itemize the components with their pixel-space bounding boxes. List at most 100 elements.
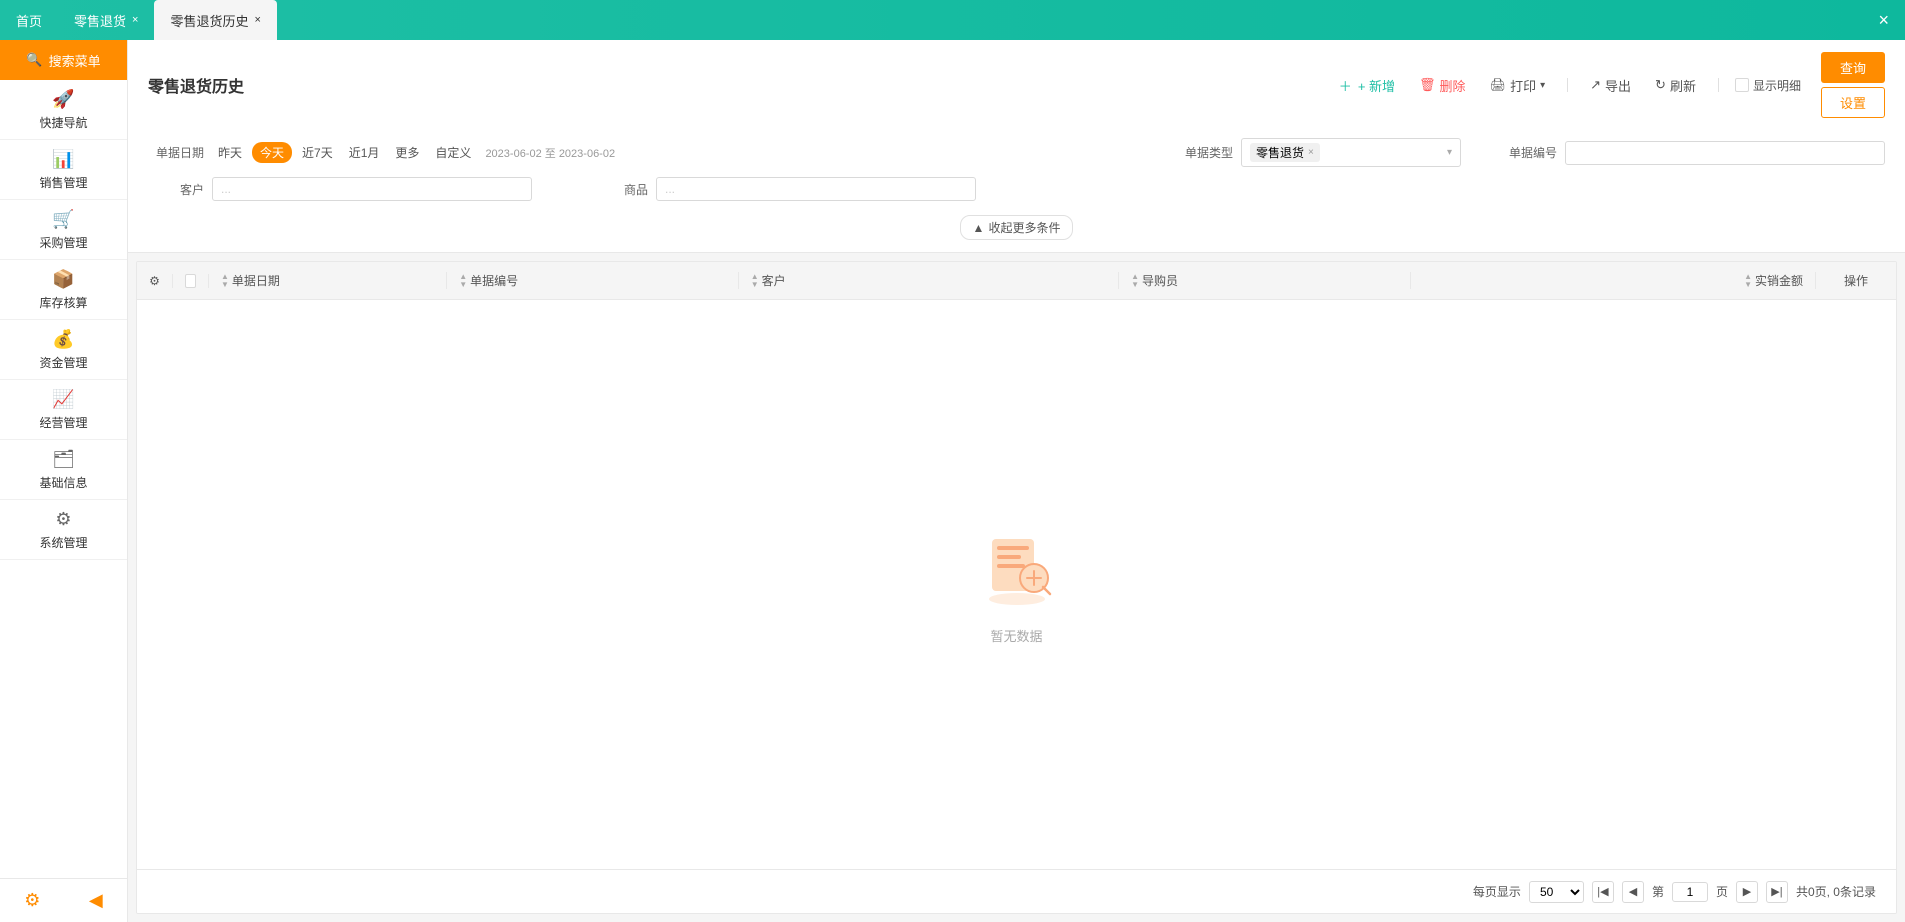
print-button[interactable]: 🖨 打印 ▾	[1484, 72, 1552, 99]
voucher-type-label: 单据类型	[1177, 144, 1241, 161]
sidebar-item-label: 库存核算	[39, 294, 87, 311]
detail-checkbox[interactable]	[1735, 78, 1749, 92]
remove-voucher-type-tag[interactable]: ×	[1308, 147, 1314, 158]
collapse-row: ▲ 收起更多条件	[148, 211, 1885, 248]
page-unit: 页	[1716, 883, 1728, 900]
show-detail-checkbox[interactable]: 显示明细	[1735, 77, 1801, 94]
delete-button[interactable]: 🗑 删除	[1413, 72, 1472, 99]
refresh-button[interactable]: ↻ 刷新	[1649, 72, 1702, 99]
th-op: 操作	[1816, 272, 1896, 289]
sidebar-item-purchase[interactable]: 🛒 采购管理	[0, 200, 127, 260]
sidebar-menu: 🚀 快捷导航 📊 销售管理 🛒 采购管理 📦 库存核算 💰 资金管理 📈	[0, 80, 127, 878]
add-button[interactable]: ＋ + 新增	[1333, 72, 1401, 99]
sort-customer[interactable]: ▲▼	[751, 273, 759, 289]
th-customer[interactable]: ▲▼ 客户	[739, 272, 1119, 289]
sidebar-item-quick-nav[interactable]: 🚀 快捷导航	[0, 80, 127, 140]
sidebar-search-label: 搜索菜单	[49, 51, 101, 70]
page-header: 零售退货历史 ＋ + 新增 🗑 删除 🖨 打印 ▾	[128, 40, 1905, 253]
sidebar-search[interactable]: 🔍 搜索菜单	[0, 40, 127, 80]
filter-row-customer: 客户 ... 商品 ...	[148, 177, 1885, 201]
table-settings-icon[interactable]: ⚙	[149, 274, 160, 288]
goods-input[interactable]: ...	[656, 177, 976, 201]
table-area: ⚙ ▲▼ 单据日期 ▲▼ 单据编号 ▲▼ 客户 ▲▼	[136, 261, 1897, 914]
sidebar-item-inventory[interactable]: 📦 库存核算	[0, 260, 127, 320]
window-close-button[interactable]: ×	[1878, 10, 1889, 31]
voucher-no-input[interactable]	[1565, 141, 1885, 165]
sort-no[interactable]: ▲▼	[459, 273, 467, 289]
table-header: ⚙ ▲▼ 单据日期 ▲▼ 单据编号 ▲▼ 客户 ▲▼	[137, 262, 1896, 300]
collapse-icon: ▲	[973, 221, 985, 235]
page-number-input[interactable]	[1672, 882, 1708, 902]
page-title: 零售退货历史	[148, 73, 244, 97]
system-icon: ⚙	[55, 509, 71, 530]
th-settings[interactable]: ⚙	[137, 274, 173, 288]
voucher-type-dropdown-icon: ▾	[1447, 147, 1452, 158]
last-page-btn[interactable]: ▶|	[1766, 881, 1788, 903]
export-button[interactable]: ↗ 导出	[1584, 72, 1637, 99]
settings-bottom-btn[interactable]: ⚙	[24, 890, 40, 911]
pagination: 每页显示 50 100 200 |◀ ◀ 第 页 ▶ ▶| 共0页, 0条记录	[137, 869, 1896, 913]
select-all-checkbox[interactable]	[185, 274, 196, 288]
voucher-type-select[interactable]: 零售退货 × ▾	[1241, 138, 1461, 167]
query-button[interactable]: 查询	[1821, 52, 1885, 83]
sort-date[interactable]: ▲▼	[221, 273, 229, 289]
th-date[interactable]: ▲▼ 单据日期	[209, 272, 447, 289]
th-no[interactable]: ▲▼ 单据编号	[447, 272, 739, 289]
tab-home[interactable]: 首页	[0, 0, 58, 40]
basic-info-icon: 🗂	[52, 449, 75, 470]
operations-icon: 📈	[52, 389, 74, 410]
th-amount[interactable]: ▲▼ 实销金额	[1613, 272, 1816, 289]
tab-retail-return[interactable]: 零售退货 ×	[58, 0, 154, 40]
sales-icon: 📊	[52, 149, 74, 170]
table-body: 暂无数据	[137, 300, 1896, 869]
sidebar-item-label: 经营管理	[39, 414, 87, 431]
next-page-btn[interactable]: ▶	[1736, 881, 1758, 903]
set-button[interactable]: 设置	[1821, 87, 1885, 118]
sort-amount[interactable]: ▲▼	[1744, 273, 1752, 289]
goods-label: 商品	[592, 181, 656, 198]
sidebar-item-sales[interactable]: 📊 销售管理	[0, 140, 127, 200]
sidebar-item-operations[interactable]: 📈 经营管理	[0, 380, 127, 440]
sidebar-item-label: 系统管理	[39, 534, 87, 551]
purchase-icon: 🛒	[52, 209, 74, 230]
per-page-select[interactable]: 50 100 200	[1529, 881, 1584, 903]
date-options: 昨天 今天 近7天 近1月 更多 自定义	[212, 142, 477, 163]
tab-retail-return-history[interactable]: 零售退货历史 ×	[154, 0, 276, 40]
sidebar-item-label: 资金管理	[39, 354, 87, 371]
customer-input[interactable]: ...	[212, 177, 532, 201]
close-tab-retail-return[interactable]: ×	[132, 14, 138, 26]
date-opt-custom[interactable]: 自定义	[429, 142, 477, 163]
sidebar-item-label: 快捷导航	[39, 114, 87, 131]
date-opt-yesterday[interactable]: 昨天	[212, 142, 248, 163]
first-page-btn[interactable]: |◀	[1592, 881, 1614, 903]
sidebar-item-system[interactable]: ⚙ 系统管理	[0, 500, 127, 560]
sort-guide[interactable]: ▲▼	[1131, 273, 1139, 289]
date-opt-more[interactable]: 更多	[389, 142, 425, 163]
collapse-sidebar-btn[interactable]: ◀	[89, 890, 103, 911]
topbar-tabs: 首页 零售退货 × 零售退货历史 ×	[0, 0, 1878, 40]
prev-page-btn[interactable]: ◀	[1622, 881, 1644, 903]
quick-nav-icon: 🚀	[52, 89, 74, 110]
date-opt-today[interactable]: 今天	[252, 142, 292, 163]
export-icon: ↗	[1590, 77, 1601, 93]
search-icon: 🔍	[26, 52, 42, 68]
delete-icon: 🗑	[1419, 77, 1436, 93]
empty-icon	[972, 524, 1062, 614]
sidebar-item-label: 销售管理	[39, 174, 87, 191]
empty-text: 暂无数据	[990, 626, 1042, 645]
close-tab-retail-return-history[interactable]: ×	[254, 14, 260, 26]
sidebar-item-finance[interactable]: 💰 资金管理	[0, 320, 127, 380]
date-range-display: 2023-06-02 至 2023-06-02	[485, 145, 615, 161]
th-guide[interactable]: ▲▼ 导购员	[1119, 272, 1411, 289]
date-opt-1month[interactable]: 近1月	[343, 142, 386, 163]
date-opt-7days[interactable]: 近7天	[296, 142, 339, 163]
sidebar-item-label: 基础信息	[39, 474, 87, 491]
sidebar-item-basic-info[interactable]: 🗂 基础信息	[0, 440, 127, 500]
refresh-icon: ↻	[1655, 77, 1666, 93]
finance-icon: 💰	[52, 329, 74, 350]
filter-row-date: 单据日期 昨天 今天 近7天 近1月 更多 自定义 2023-06-02 至 2…	[148, 138, 1885, 167]
th-check[interactable]	[173, 274, 209, 288]
collapse-button[interactable]: ▲ 收起更多条件	[960, 215, 1074, 240]
filter-area: 单据日期 昨天 今天 近7天 近1月 更多 自定义 2023-06-02 至 2…	[148, 130, 1885, 252]
main-layout: 🔍 搜索菜单 🚀 快捷导航 📊 销售管理 🛒 采购管理 📦 库存核算 💰	[0, 40, 1905, 922]
